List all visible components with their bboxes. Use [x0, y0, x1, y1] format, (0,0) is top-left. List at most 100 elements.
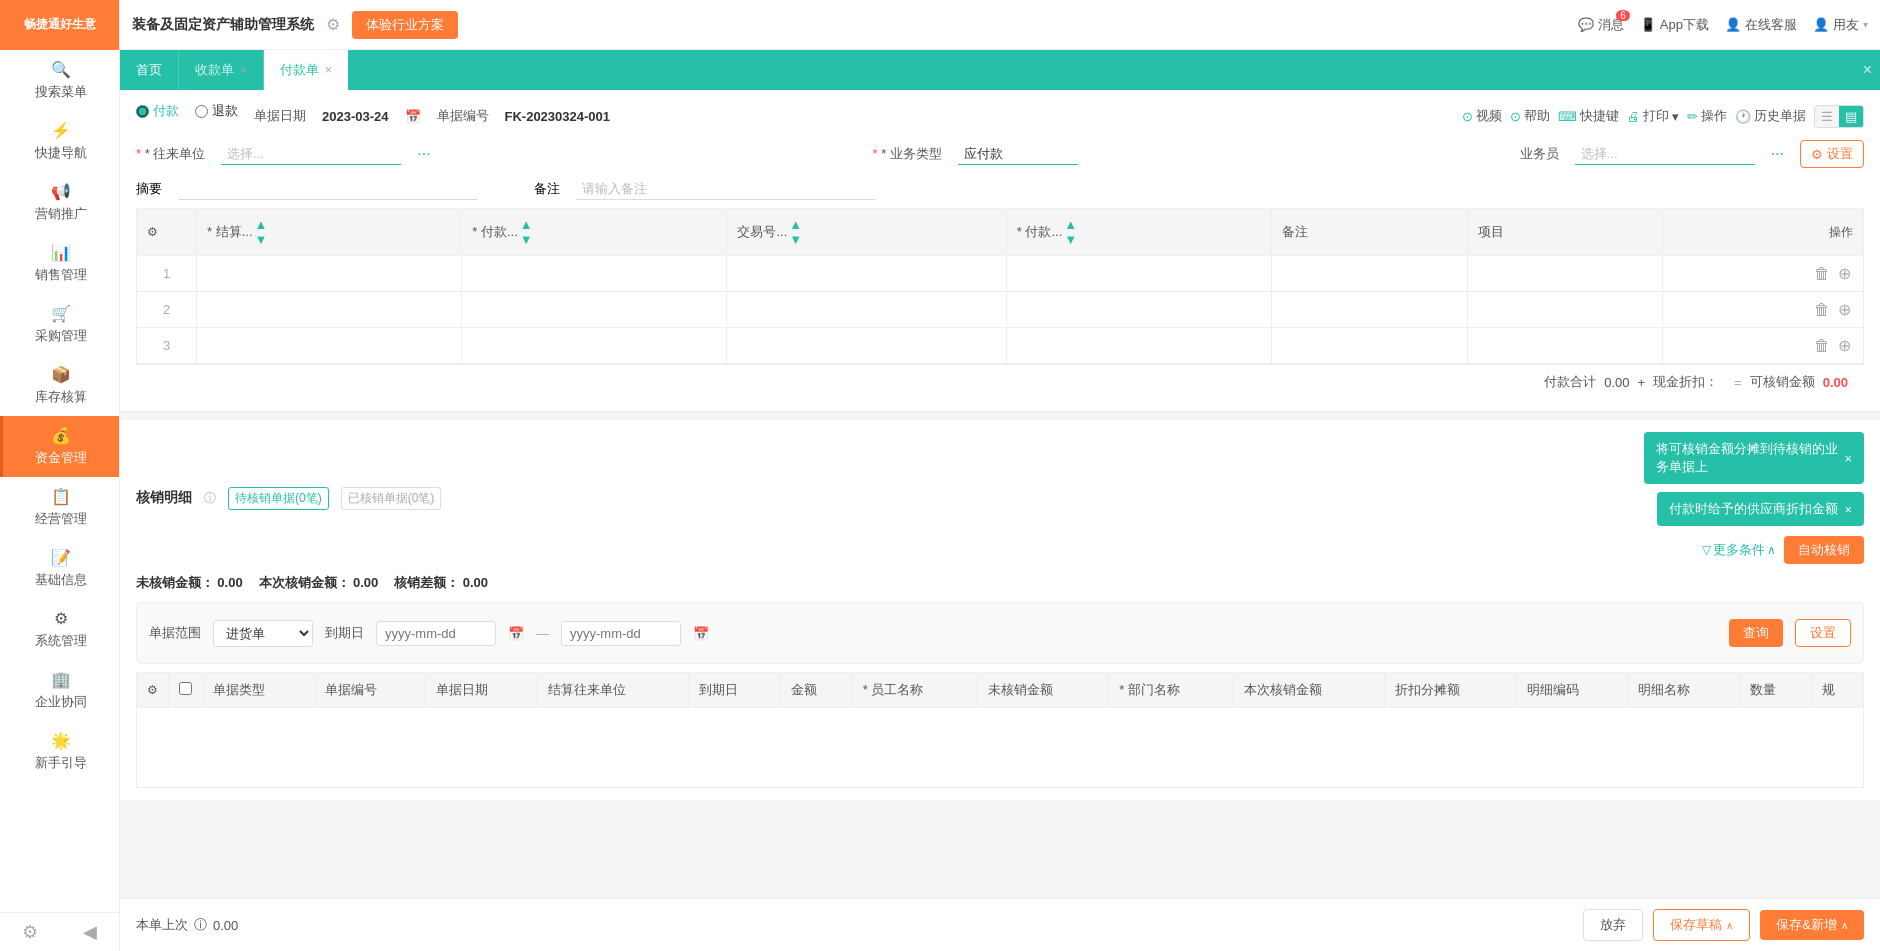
help-action[interactable]: ⊙ 帮助 — [1510, 107, 1550, 125]
trial-button[interactable]: 体验行业方案 — [352, 11, 458, 39]
sidebar-item-search[interactable]: 🔍 搜索菜单 — [0, 50, 119, 111]
done-badge[interactable]: 已核销单据(0笔) — [341, 487, 442, 510]
sum-plus: + — [1638, 375, 1646, 390]
sidebar-item-label: 搜索菜单 — [35, 83, 87, 101]
cell-transaction-1[interactable] — [727, 256, 1006, 292]
tab-bar-close-all-icon[interactable]: × — [1863, 61, 1872, 79]
header-settings-icon[interactable]: ⚙ — [326, 15, 340, 34]
shortcut-action[interactable]: ⌨ 快捷键 — [1558, 107, 1619, 125]
cell-settlement-2[interactable] — [197, 292, 462, 328]
cell-settlement-3[interactable] — [197, 328, 462, 364]
cell-payment-account-1[interactable] — [462, 256, 727, 292]
query-button[interactable]: 查询 — [1729, 619, 1783, 647]
sidebar-collapse-icon[interactable]: ◀ — [83, 921, 97, 943]
row-delete-icon-2[interactable]: 🗑 — [1812, 299, 1832, 321]
discard-button[interactable]: 放弃 — [1583, 909, 1643, 941]
tab-payment[interactable]: 付款单 × — [264, 50, 348, 90]
row-copy-icon-1[interactable]: ⊕ — [1836, 262, 1853, 285]
radio-payment-label: 付款 — [153, 102, 179, 120]
sidebar-settings-icon[interactable]: ⚙ — [22, 921, 38, 943]
message-button[interactable]: 💬 消息 6 — [1578, 16, 1624, 34]
cell-transaction-3[interactable] — [727, 328, 1006, 364]
business-type-select[interactable]: 应付款 — [958, 143, 1078, 165]
due-date-end-cal-icon[interactable]: 📅 — [693, 626, 709, 641]
sidebar-item-marketing[interactable]: 📢 营销推广 — [0, 172, 119, 233]
sidebar-item-label: 基础信息 — [35, 571, 87, 589]
view-grid-icon[interactable]: ▤ — [1839, 106, 1863, 127]
counterparty-input[interactable] — [221, 143, 401, 165]
sidebar-item-sales[interactable]: 📊 销售管理 — [0, 233, 119, 294]
tooltip-distribute-close[interactable]: × — [1844, 451, 1852, 466]
cell-payment-account-3[interactable] — [462, 328, 727, 364]
voucher-range-select[interactable]: 进货单 — [213, 620, 313, 647]
sidebar-item-purchase[interactable]: 🛒 采购管理 — [0, 294, 119, 355]
user-menu-button[interactable]: 👤 用友 ▾ — [1813, 16, 1868, 34]
sidebar-item-system[interactable]: ⚙ 系统管理 — [0, 599, 119, 660]
sidebar-item-finance[interactable]: 💰 资金管理 — [0, 416, 119, 477]
settings-button[interactable]: ⚙ 设置 — [1800, 140, 1864, 168]
payment-detail-table: ⚙ * 结算... ▲▼ * 付款... ▲▼ — [136, 208, 1864, 364]
sidebar-item-guide[interactable]: 🌟 新手引导 — [0, 721, 119, 782]
save-new-button[interactable]: 保存&新增 ∧ — [1760, 910, 1864, 940]
radio-refund-input[interactable] — [195, 105, 208, 118]
select-all-checkbox[interactable] — [179, 682, 192, 695]
form-header-actions: ⊙ 视频 ⊙ 帮助 ⌨ 快捷键 🖨 打印 ▾ — [1462, 105, 1864, 128]
cell-project-2[interactable] — [1467, 292, 1663, 328]
date-value: 2023-03-24 — [322, 109, 389, 124]
system-title: 装备及固定资产辅助管理系统 — [132, 16, 314, 34]
due-date-end-input[interactable] — [561, 621, 681, 646]
form-fields-row: * 往来单位 ··· * 业务类型 应付款 业务员 ··· ⚙ 设置 — [136, 140, 1864, 168]
cell-payment-amount-1[interactable] — [1006, 256, 1271, 292]
sidebar-item-quick-nav[interactable]: ⚡ 快捷导航 — [0, 111, 119, 172]
due-date-start-cal-icon[interactable]: 📅 — [508, 626, 524, 641]
note-input[interactable] — [576, 178, 876, 200]
history-action[interactable]: 🕐 历史单据 — [1735, 107, 1806, 125]
video-action[interactable]: ⊙ 视频 — [1462, 107, 1502, 125]
staff-more-icon[interactable]: ··· — [1771, 145, 1784, 163]
row-copy-icon-2[interactable]: ⊕ — [1836, 298, 1853, 321]
sidebar-item-inventory[interactable]: 📦 库存核算 — [0, 355, 119, 416]
staff-input[interactable] — [1575, 143, 1755, 165]
app-download-icon: 📱 — [1640, 17, 1656, 32]
calendar-icon[interactable]: 📅 — [405, 109, 421, 124]
radio-refund[interactable]: 退款 — [195, 102, 238, 120]
due-date-start-input[interactable] — [376, 621, 496, 646]
cell-transaction-2[interactable] — [727, 292, 1006, 328]
cell-settlement-1[interactable] — [197, 256, 462, 292]
tab-payment-close-icon[interactable]: × — [325, 63, 332, 77]
cell-note-3[interactable] — [1272, 328, 1468, 364]
row-delete-icon-1[interactable]: 🗑 — [1812, 263, 1832, 285]
customer-service-button[interactable]: 👤 在线客服 — [1725, 16, 1797, 34]
app-download-button[interactable]: 📱 App下载 — [1640, 16, 1709, 34]
cell-note-1[interactable] — [1272, 256, 1468, 292]
set-button[interactable]: 设置 — [1795, 619, 1851, 647]
row-copy-icon-3[interactable]: ⊕ — [1836, 334, 1853, 357]
auto-verify-button[interactable]: 自动核销 — [1784, 536, 1864, 564]
radio-payment[interactable]: 付款 — [136, 102, 179, 120]
operations-action[interactable]: ✏ 操作 — [1687, 107, 1727, 125]
save-draft-button[interactable]: 保存草稿 ∧ — [1653, 909, 1750, 941]
view-list-icon[interactable]: ☰ — [1815, 106, 1839, 127]
row-delete-icon-3[interactable]: 🗑 — [1812, 335, 1832, 357]
print-action[interactable]: 🖨 打印 ▾ — [1627, 107, 1679, 125]
sidebar-item-basic[interactable]: 📝 基础信息 — [0, 538, 119, 599]
verification-info-icon[interactable]: ⓘ — [204, 490, 216, 507]
cell-project-3[interactable] — [1467, 328, 1663, 364]
radio-payment-input[interactable] — [136, 105, 149, 118]
pending-badge[interactable]: 待核销单据(0笔) — [228, 487, 329, 510]
counterparty-more-icon[interactable]: ··· — [417, 145, 430, 163]
cell-payment-account-2[interactable] — [462, 292, 727, 328]
cell-payment-amount-2[interactable] — [1006, 292, 1271, 328]
cell-payment-amount-3[interactable] — [1006, 328, 1271, 364]
sidebar-item-enterprise[interactable]: 🏢 企业协同 — [0, 660, 119, 721]
tab-bar: 首页 收款单 × 付款单 × × — [120, 50, 1880, 90]
cell-project-1[interactable] — [1467, 256, 1663, 292]
tab-receipts-close-icon[interactable]: × — [240, 63, 247, 77]
cell-note-2[interactable] — [1272, 292, 1468, 328]
sidebar-item-operations[interactable]: 📋 经营管理 — [0, 477, 119, 538]
more-filter-button[interactable]: ▽ 更多条件 ∧ — [1702, 541, 1776, 559]
tooltip-discount-close[interactable]: × — [1844, 502, 1852, 517]
tab-home[interactable]: 首页 — [120, 50, 179, 90]
summary-input[interactable] — [178, 178, 478, 200]
tab-receipts[interactable]: 收款单 × — [179, 50, 264, 90]
